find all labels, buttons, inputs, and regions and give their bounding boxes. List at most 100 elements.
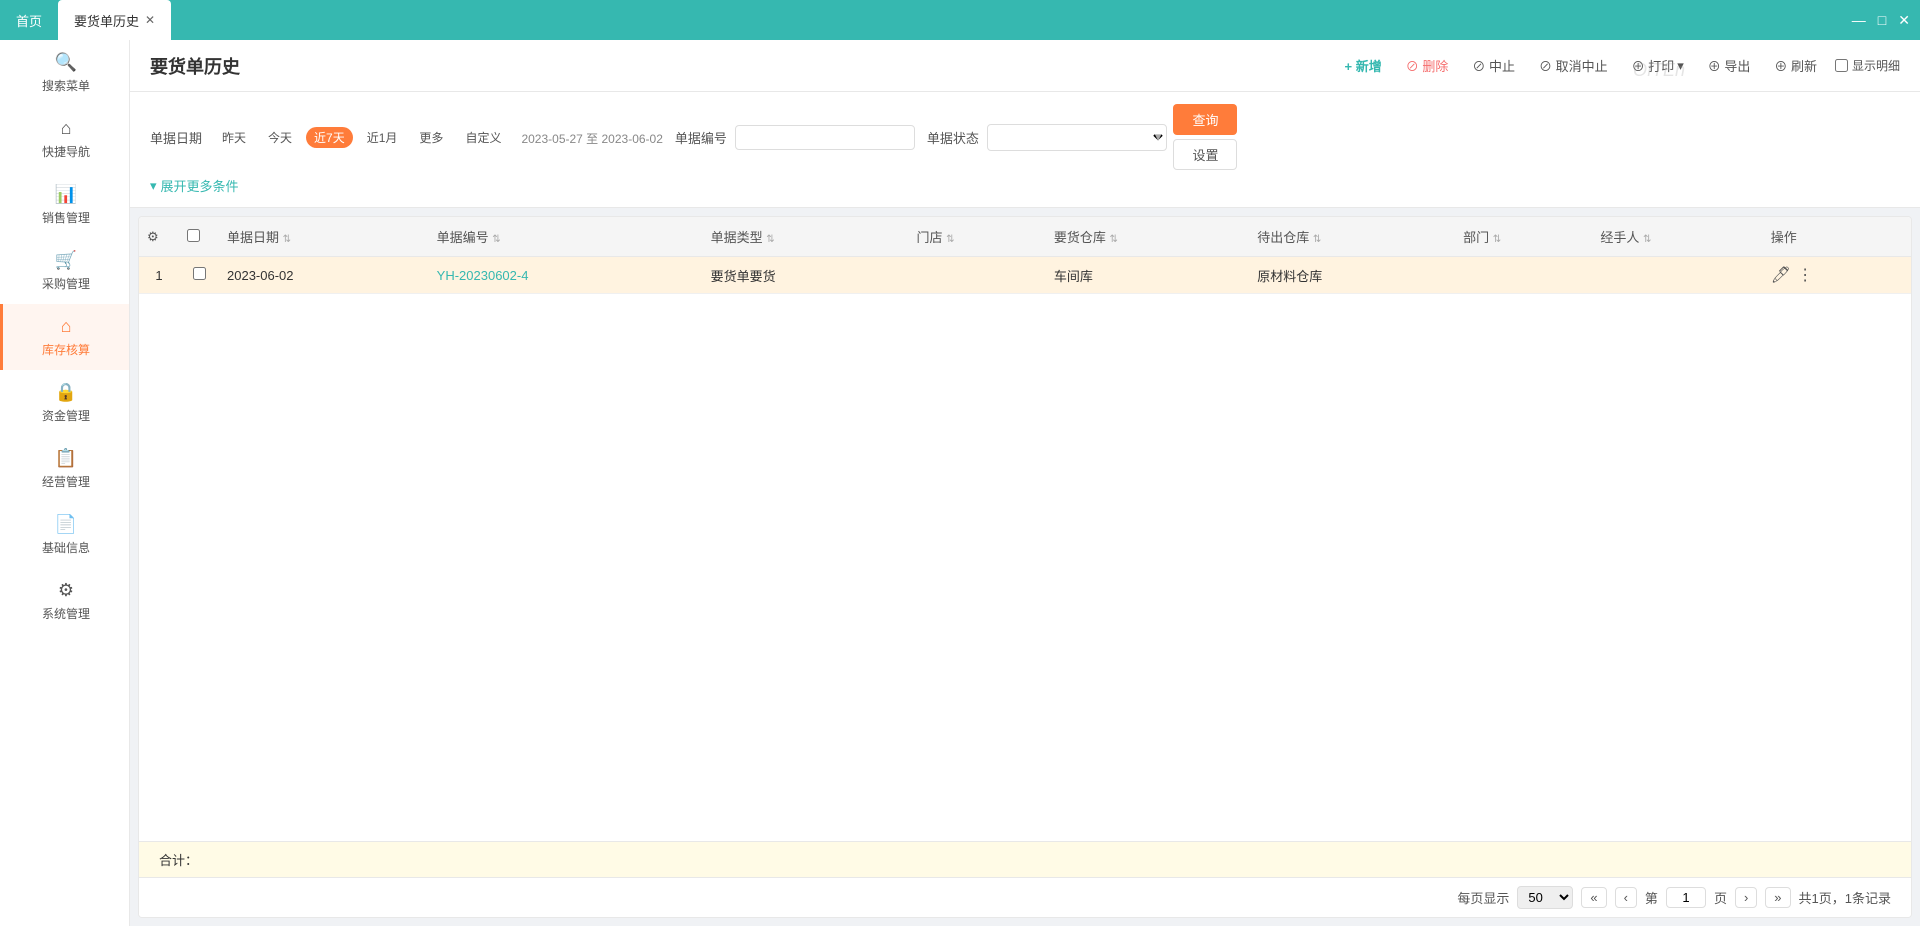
row-more-icon[interactable]: ⋮ <box>1797 265 1813 285</box>
sort-pendwh-icon: ⇅ <box>1313 234 1321 245</box>
sidebar-item-sales[interactable]: 📊 销售管理 <box>0 172 129 238</box>
table-body: 1 2023-06-02 YH-20230602-4 要货单要货 车间库 <box>139 257 1911 294</box>
sort-orderno-icon: ⇅ <box>492 234 500 245</box>
print-dropdown-icon[interactable]: ▾ <box>1677 58 1684 74</box>
data-table: ⚙ 单据日期 ⇅ 单据编号 ⇅ <box>139 217 1911 294</box>
sort-store-icon: ⇅ <box>946 234 954 245</box>
th-pending-warehouse[interactable]: 待出仓库 ⇅ <box>1249 217 1455 257</box>
shortcut-yesterday[interactable]: 昨天 <box>214 127 254 148</box>
query-button[interactable]: 查询 <box>1173 104 1237 135</box>
th-request-warehouse[interactable]: 要货仓库 ⇅ <box>1046 217 1249 257</box>
status-select[interactable] <box>987 124 1167 151</box>
search-icon: 🔍 <box>55 52 77 73</box>
sidebar-item-purchase[interactable]: 🛒 采购管理 <box>0 238 129 304</box>
sales-icon: 📊 <box>55 184 77 205</box>
th-order-no[interactable]: 单据编号 ⇅ <box>429 217 703 257</box>
shortcut-7days[interactable]: 近7天 <box>306 127 353 148</box>
shortcut-today[interactable]: 今天 <box>260 127 300 148</box>
show-detail-checkbox[interactable]: 显示明细 <box>1835 57 1900 74</box>
footer-label: 合计： <box>159 853 198 868</box>
filter-area: 单据日期 昨天 今天 近7天 近1月 更多 自定义 2023-05-27 至 2… <box>130 92 1920 208</box>
date-range: 2023-05-27 至 2023-06-02 <box>521 130 662 147</box>
row-date: 2023-06-02 <box>219 257 429 294</box>
inventory-icon: ⌂ <box>61 316 72 337</box>
sidebar-item-inventory[interactable]: ⌂ 库存核算 <box>0 304 129 370</box>
row-edit-icon[interactable]: 🖊 <box>1771 265 1791 285</box>
sidebar-item-system[interactable]: ⚙ 系统管理 <box>0 568 129 634</box>
refresh-button[interactable]: ⊕ 刷新 <box>1768 52 1823 79</box>
settings-button[interactable]: 设置 <box>1173 139 1237 170</box>
sidebar-item-basic[interactable]: 📄 基础信息 <box>0 502 129 568</box>
sidebar-item-finance[interactable]: 🔒 资金管理 <box>0 370 129 436</box>
expand-more-btn[interactable]: ▾ 展开更多条件 <box>150 176 1900 195</box>
sort-date-icon: ⇅ <box>283 234 291 245</box>
table-row: 1 2023-06-02 YH-20230602-4 要货单要货 车间库 <box>139 257 1911 294</box>
table-scroll[interactable]: ⚙ 单据日期 ⇅ 单据编号 ⇅ <box>139 217 1911 841</box>
first-page-button[interactable]: « <box>1581 887 1606 908</box>
window-maximize-icon[interactable]: □ <box>1878 12 1886 28</box>
order-no-group: 单据编号 <box>675 125 915 150</box>
sidebar-item-search[interactable]: 🔍 搜索菜单 <box>0 40 129 106</box>
page-unit: 页 <box>1714 888 1727 907</box>
row-store <box>909 257 1046 294</box>
finance-icon: 🔒 <box>55 382 77 403</box>
th-action: 操作 <box>1763 217 1911 257</box>
page-input[interactable] <box>1666 887 1706 908</box>
sidebar-item-operations[interactable]: 📋 经营管理 <box>0 436 129 502</box>
order-no-input[interactable] <box>735 125 915 150</box>
row-request-warehouse: 车间库 <box>1046 257 1249 294</box>
home-icon: ⌂ <box>61 118 72 139</box>
th-department[interactable]: 部门 ⇅ <box>1455 217 1592 257</box>
expand-icon: ▾ <box>150 178 157 194</box>
close-tab-icon[interactable]: ✕ <box>145 13 155 27</box>
row-checkbox[interactable] <box>193 267 206 280</box>
next-page-button[interactable]: › <box>1735 887 1757 908</box>
row-pending-warehouse: 原材料仓库 <box>1249 257 1455 294</box>
cancel-stop-button[interactable]: ⊘ 取消中止 <box>1533 52 1614 79</box>
window-close-icon[interactable]: ✕ <box>1898 12 1910 29</box>
row-handler <box>1592 257 1762 294</box>
delete-button[interactable]: ⊘ 删除 <box>1400 52 1455 79</box>
tab-order-history[interactable]: 要货单历史 ✕ <box>58 0 171 40</box>
filter-actions: 查询 设置 <box>1173 104 1237 170</box>
filter-row: 单据日期 昨天 今天 近7天 近1月 更多 自定义 2023-05-27 至 2… <box>150 104 1900 170</box>
print-button[interactable]: ⊕ 打印 ▾ <box>1626 52 1690 79</box>
content-area: 要货单历史 + 新增 ⊘ 删除 ⊘ 中止 ⊘ 取消中止 ⊕ 打印 ▾ ⊕ 导出 … <box>130 40 1920 926</box>
stop-button[interactable]: ⊘ 中止 <box>1466 52 1521 79</box>
tab-home[interactable]: 首页 <box>0 0 58 40</box>
date-label: 单据日期 <box>150 128 202 147</box>
th-date[interactable]: 单据日期 ⇅ <box>219 217 429 257</box>
main-layout: 🔍 搜索菜单 ⌂ 快捷导航 📊 销售管理 🛒 采购管理 ⌂ 库存核算 🔒 资金管… <box>0 40 1920 926</box>
sort-dept-icon: ⇅ <box>1493 234 1501 245</box>
page-size-select[interactable]: 10 20 50 100 <box>1517 886 1573 909</box>
last-page-button[interactable]: » <box>1765 887 1790 908</box>
table-header: ⚙ 单据日期 ⇅ 单据编号 ⇅ <box>139 217 1911 257</box>
new-button[interactable]: + 新增 <box>1338 52 1387 79</box>
shortcut-custom[interactable]: 自定义 <box>457 127 509 148</box>
footer-bar: 合计： <box>139 841 1911 877</box>
row-checkbox-cell <box>179 257 219 294</box>
shortcut-1month[interactable]: 近1月 <box>359 127 406 148</box>
th-handler[interactable]: 经手人 ⇅ <box>1592 217 1762 257</box>
sort-handler-icon: ⇅ <box>1643 234 1651 245</box>
table-container: ⚙ 单据日期 ⇅ 单据编号 ⇅ <box>138 216 1912 918</box>
page-title: 要货单历史 <box>150 53 240 79</box>
shortcut-more[interactable]: 更多 <box>411 127 451 148</box>
show-detail-input[interactable] <box>1835 59 1848 72</box>
prev-page-button[interactable]: ‹ <box>1615 887 1637 908</box>
row-order-type: 要货单要货 <box>703 257 909 294</box>
sort-ordertype-icon: ⇅ <box>766 234 774 245</box>
select-all-checkbox[interactable] <box>187 229 200 242</box>
status-group: 单据状态 ▾ <box>927 124 1162 151</box>
sidebar-item-quicknav[interactable]: ⌂ 快捷导航 <box>0 106 129 172</box>
export-button[interactable]: ⊕ 导出 <box>1702 52 1757 79</box>
order-no-link[interactable]: YH-20230602-4 <box>437 268 529 283</box>
window-minimize-icon[interactable]: — <box>1852 12 1866 28</box>
basic-icon: 📄 <box>55 514 77 535</box>
top-bar: 首页 要货单历史 ✕ — □ ✕ <box>0 0 1920 40</box>
sidebar: 🔍 搜索菜单 ⌂ 快捷导航 📊 销售管理 🛒 采购管理 ⌂ 库存核算 🔒 资金管… <box>0 40 130 926</box>
pagination-summary: 共1页，1条记录 <box>1799 888 1891 907</box>
purchase-icon: 🛒 <box>55 250 77 271</box>
th-order-type[interactable]: 单据类型 ⇅ <box>703 217 909 257</box>
th-store[interactable]: 门店 ⇅ <box>909 217 1046 257</box>
